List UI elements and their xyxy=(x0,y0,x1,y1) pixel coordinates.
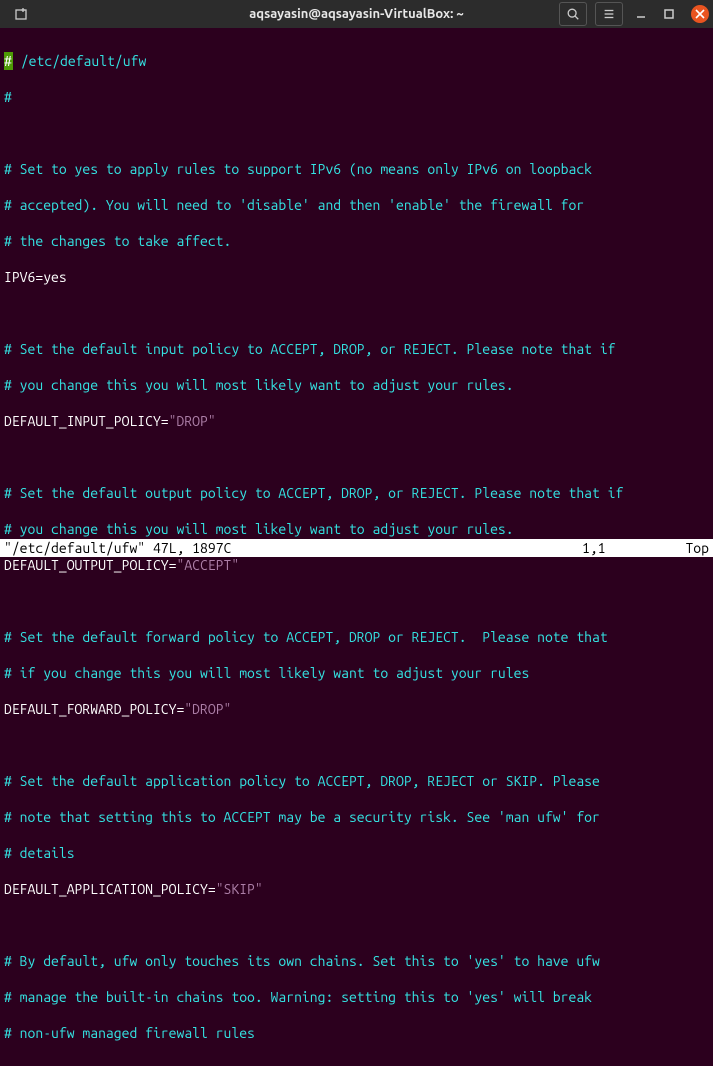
comment-line: # manage the built-in chains too. Warnin… xyxy=(4,988,709,1006)
file-header: /etc/default/ufw xyxy=(13,53,146,69)
search-button[interactable] xyxy=(559,2,587,26)
new-tab-button[interactable] xyxy=(8,2,36,26)
status-file-info: "/etc/default/ufw" 47L, 1897C xyxy=(4,539,231,557)
config-fwd-key: DEFAULT_FORWARD_POLICY= xyxy=(4,701,184,717)
comment-line: # Set the default input policy to ACCEPT… xyxy=(4,340,709,358)
comment-line: # non-ufw managed firewall rules xyxy=(4,1024,709,1042)
config-output-val: "ACCEPT" xyxy=(176,557,239,573)
maximize-button[interactable] xyxy=(657,4,681,24)
comment-line: # Set the default application policy to … xyxy=(4,772,709,790)
close-button[interactable] xyxy=(691,5,709,23)
comment-line: # xyxy=(4,88,709,106)
comment-line: # Set the default output policy to ACCEP… xyxy=(4,484,709,502)
titlebar: aqsayasin@aqsayasin-VirtualBox: ~ xyxy=(0,0,713,28)
vim-statusbar: "/etc/default/ufw" 47L, 1897C 1,1 Top xyxy=(0,539,713,557)
status-position: 1,1 xyxy=(582,539,606,557)
comment-line: # you change this you will most likely w… xyxy=(4,376,709,394)
config-app-key: DEFAULT_APPLICATION_POLICY= xyxy=(4,881,216,897)
comment-line: # the changes to take affect. xyxy=(4,232,709,250)
comment-line: # you change this you will most likely w… xyxy=(4,520,709,538)
config-ipv6: IPV6=yes xyxy=(4,268,709,286)
comment-line: # if you change this you will most likel… xyxy=(4,664,709,682)
minimize-button[interactable] xyxy=(629,4,653,24)
config-input-key: DEFAULT_INPUT_POLICY= xyxy=(4,413,169,429)
comment-line: # Set the default forward policy to ACCE… xyxy=(4,628,709,646)
cursor: # xyxy=(4,52,13,70)
comment-line: # details xyxy=(4,844,709,862)
config-output-key: DEFAULT_OUTPUT_POLICY= xyxy=(4,557,176,573)
comment-line: # accepted). You will need to 'disable' … xyxy=(4,196,709,214)
comment-line: # By default, ufw only touches its own c… xyxy=(4,952,709,970)
config-fwd-val: "DROP" xyxy=(184,701,231,717)
window-title: aqsayasin@aqsayasin-VirtualBox: ~ xyxy=(249,7,464,21)
status-scroll: Top xyxy=(685,539,709,557)
config-app-val: "SKIP" xyxy=(216,881,263,897)
config-input-val: "DROP" xyxy=(169,413,216,429)
menu-button[interactable] xyxy=(595,2,623,26)
comment-line: # note that setting this to ACCEPT may b… xyxy=(4,808,709,826)
comment-line: # Set to yes to apply rules to support I… xyxy=(4,160,709,178)
